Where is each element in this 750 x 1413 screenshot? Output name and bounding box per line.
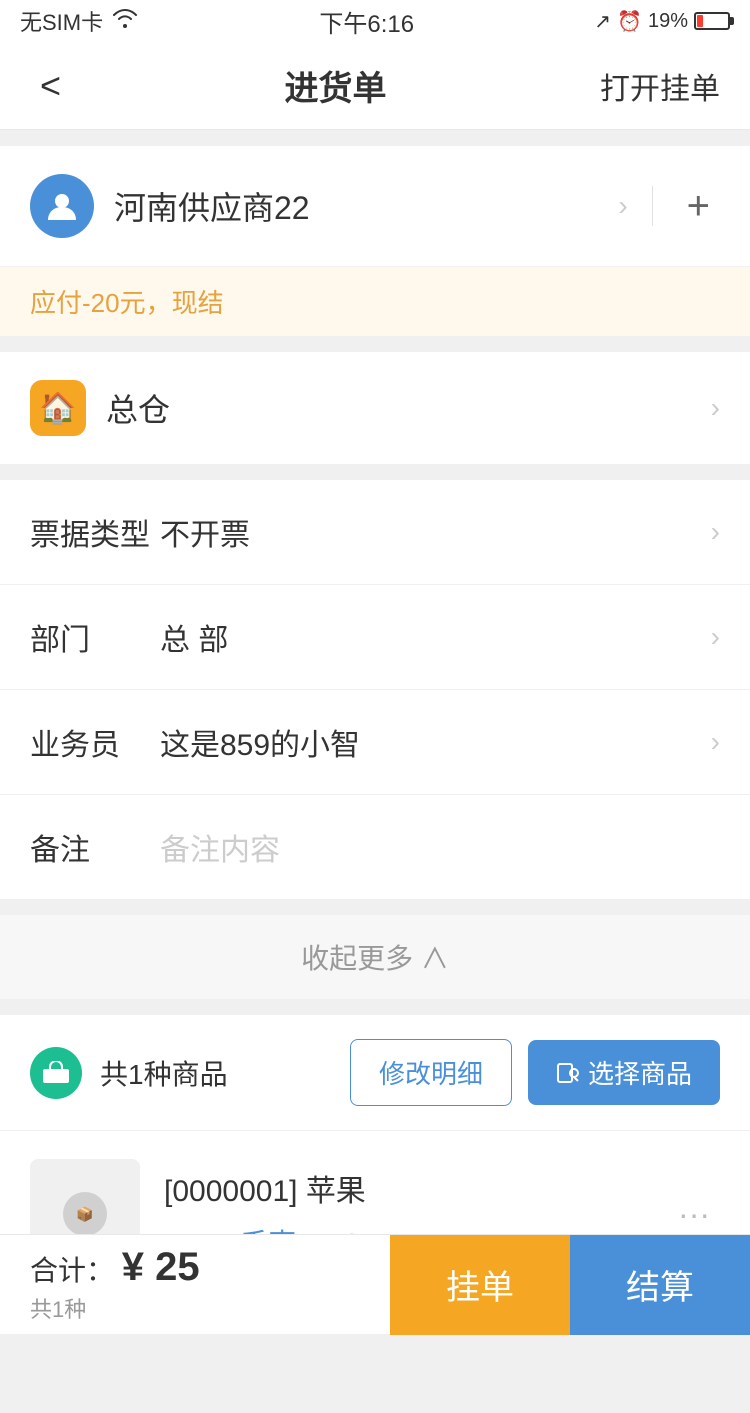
svg-text:📦: 📦 [76,1206,93,1223]
warehouse-icon: 🏠 [30,380,86,436]
warehouse-name: 总仓 [106,385,701,431]
hang-button[interactable]: 挂单 [390,1235,570,1335]
status-bar: 无SIM卡 下午6:16 ↗ ⏰ 19% [0,0,750,42]
dept-row[interactable]: 部门 总 部 › [0,585,750,690]
carrier-label: 无SIM卡 [20,5,103,37]
open-hang-button[interactable]: 打开挂单 [600,64,720,108]
settle-button[interactable]: 结算 [570,1235,750,1335]
battery-percent: 19% [648,10,688,33]
add-supplier-button[interactable]: + [677,184,720,229]
location-icon: ↗ [594,9,611,34]
collapse-label: 收起更多 ∧ [301,943,449,974]
form-section: 票据类型 不开票 › 部门 总 部 › 业务员 这是859的小智 › 备注 备注… [0,480,750,899]
product-header: 共1种商品 修改明细 选择商品 [0,1015,750,1131]
product-title: 苹果 [306,1175,366,1208]
product-name: [0000001] 苹果 [164,1166,668,1210]
supplier-name: 河南供应商22 [114,183,608,229]
sales-chevron-icon: › [711,726,720,758]
status-right: ↗ ⏰ 19% [594,9,730,34]
notice-bar: 应付-20元，现结 [0,267,750,336]
alarm-icon: ⏰ [617,9,642,34]
supplier-section: 河南供应商22 › + 应付-20元，现结 [0,146,750,336]
remark-label: 备注 [30,825,160,869]
total-row: 合计： ¥ 25 [30,1245,360,1290]
supplier-row[interactable]: 河南供应商22 › + [0,146,750,267]
total-label: 合计： [30,1255,114,1286]
dept-label: 部门 [30,615,160,659]
supplier-avatar [30,174,94,238]
invoice-row[interactable]: 票据类型 不开票 › [0,480,750,585]
select-product-button[interactable]: 选择商品 [528,1040,720,1105]
remark-input[interactable]: 备注内容 [160,825,720,869]
invoice-label: 票据类型 [30,510,160,554]
product-count-label: 共1种商品 [100,1053,350,1093]
notice-text: 应付-20元，现结 [30,288,224,318]
wifi-icon [111,8,139,34]
dept-value: 总 部 [160,615,701,659]
supplier-chevron-icon: › [618,190,627,222]
sales-label: 业务员 [30,720,160,764]
bottom-bar: 合计： ¥ 25 共1种 挂单 结算 [0,1234,750,1334]
edit-detail-button[interactable]: 修改明细 [350,1039,512,1106]
remark-row[interactable]: 备注 备注内容 [0,795,750,899]
nav-bar: < 进货单 打开挂单 [0,42,750,130]
page-title: 进货单 [285,61,387,110]
product-code: [0000001] [164,1175,297,1208]
total-count: 共1种 [30,1292,360,1324]
more-options-button[interactable]: ··· [668,1196,720,1233]
product-count-icon [30,1047,82,1099]
status-time: 下午6:16 [319,4,414,39]
select-product-label: 选择商品 [588,1054,692,1091]
invoice-chevron-icon: › [711,516,720,548]
total-section: 合计： ¥ 25 共1种 [0,1245,390,1324]
sales-row[interactable]: 业务员 这是859的小智 › [0,690,750,795]
divider [652,186,653,226]
battery-icon [694,12,730,30]
collapse-toggle[interactable]: 收起更多 ∧ [0,915,750,999]
total-amount: ¥ 25 [122,1245,200,1289]
back-button[interactable]: < [30,55,71,117]
sales-value: 这是859的小智 [160,720,701,764]
top-spacer [0,130,750,146]
dept-chevron-icon: › [711,621,720,653]
status-left: 无SIM卡 [20,5,139,37]
warehouse-chevron-icon: › [711,392,720,424]
warehouse-section[interactable]: 🏠 总仓 › [0,352,750,464]
invoice-value: 不开票 [160,510,701,554]
